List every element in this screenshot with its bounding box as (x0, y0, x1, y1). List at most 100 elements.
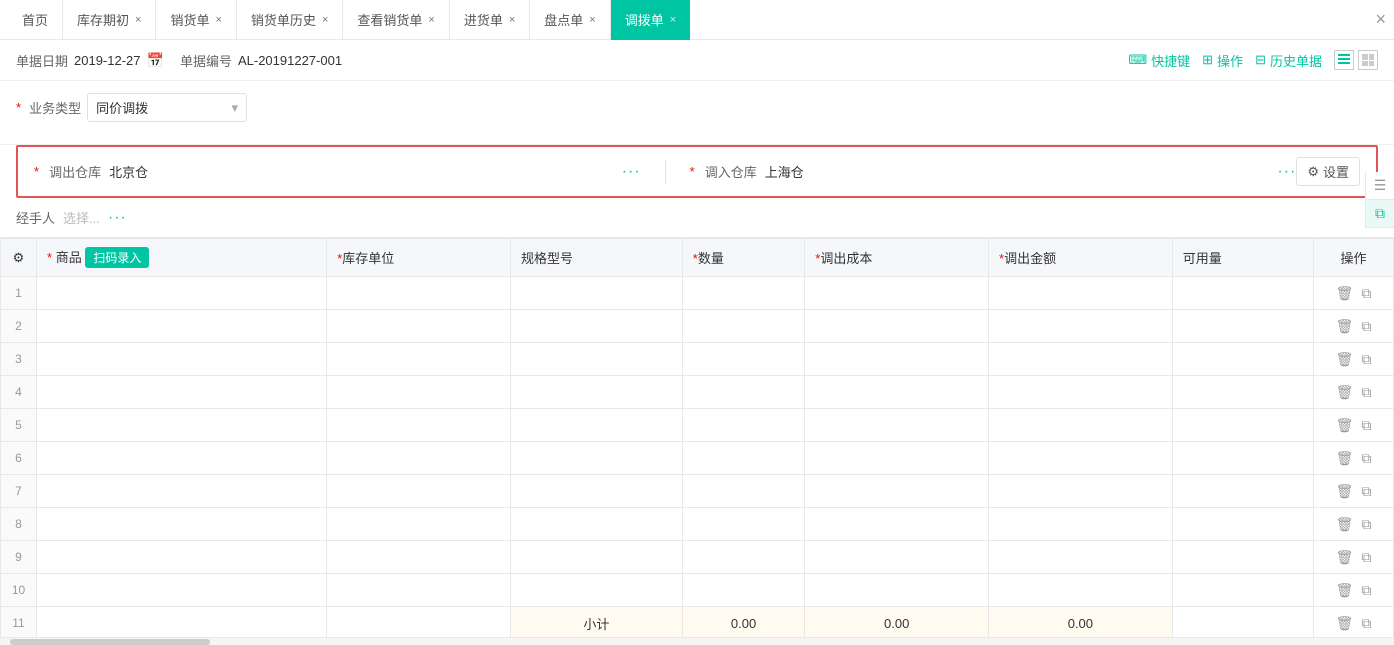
cell-product[interactable] (37, 508, 327, 541)
cell-product[interactable] (37, 376, 327, 409)
cell-available[interactable] (1172, 409, 1313, 442)
scrollbar-thumb[interactable] (10, 639, 210, 645)
cell-qty[interactable] (682, 508, 805, 541)
cell-available[interactable] (1172, 541, 1313, 574)
history-button[interactable]: ⊟ 历史单据 (1255, 51, 1322, 70)
window-close-button[interactable]: × (1375, 9, 1386, 30)
row-copy-icon[interactable]: ⧉ (1361, 417, 1371, 434)
out-warehouse-dots-button[interactable]: ··· (622, 163, 641, 181)
row-delete-icon[interactable]: 🗑 (1336, 483, 1354, 500)
in-warehouse-value[interactable]: 上海仓 (765, 162, 804, 181)
cell-qty[interactable] (682, 541, 805, 574)
cell-unit[interactable] (327, 475, 511, 508)
row-delete-icon[interactable]: 🗑 (1336, 417, 1354, 434)
cell-cost[interactable] (805, 475, 989, 508)
tab-home[interactable]: 首页 (8, 0, 63, 40)
sidebar-doc-icon[interactable]: ☰ (1366, 172, 1394, 200)
cell-amount[interactable] (989, 409, 1173, 442)
tab-stocktake-close[interactable]: × (589, 14, 595, 26)
layout-grid-button[interactable] (1358, 50, 1378, 70)
shortcut-button[interactable]: ⌨ 快捷键 (1128, 51, 1190, 70)
cell-product[interactable] (37, 310, 327, 343)
cell-amount[interactable] (989, 277, 1173, 310)
cell-cost[interactable] (805, 574, 989, 607)
row-delete-icon[interactable]: 🗑 (1336, 450, 1354, 467)
date-value[interactable]: 2019-12-27 (74, 53, 141, 68)
cell-product[interactable] (37, 277, 327, 310)
person-select[interactable]: 选择... (63, 208, 100, 227)
horizontal-scrollbar[interactable] (0, 637, 1394, 645)
biz-type-select[interactable]: 同价调拨 ▾ (87, 93, 247, 122)
cell-cost[interactable] (805, 277, 989, 310)
cell-spec[interactable] (510, 376, 682, 409)
cell-qty[interactable] (682, 343, 805, 376)
cell-amount[interactable] (989, 475, 1173, 508)
cell-product[interactable] (37, 442, 327, 475)
tab-view-sales-close[interactable]: × (428, 14, 434, 26)
person-dots-button[interactable]: ··· (108, 209, 127, 227)
cell-cost[interactable] (805, 310, 989, 343)
cell-amount[interactable] (989, 541, 1173, 574)
cell-available[interactable] (1172, 475, 1313, 508)
cell-product[interactable] (37, 343, 327, 376)
cell-spec[interactable] (510, 343, 682, 376)
cell-spec[interactable] (510, 541, 682, 574)
cell-cost[interactable] (805, 409, 989, 442)
cell-qty[interactable] (682, 409, 805, 442)
cell-product[interactable] (37, 409, 327, 442)
row-copy-icon[interactable]: ⧉ (1361, 351, 1371, 368)
cell-unit[interactable] (327, 574, 511, 607)
tab-purchase-order-close[interactable]: × (509, 14, 515, 26)
th-gear[interactable]: ⚙ (1, 239, 37, 277)
cell-cost[interactable] (805, 442, 989, 475)
cell-amount[interactable] (989, 376, 1173, 409)
cell-unit[interactable] (327, 343, 511, 376)
row-delete-icon[interactable]: 🗑 (1336, 582, 1354, 599)
tab-sales-history-close[interactable]: × (322, 14, 328, 26)
cell-spec[interactable] (510, 409, 682, 442)
tab-sales-order[interactable]: 销货单 × (156, 0, 236, 40)
layout-list-button[interactable] (1334, 50, 1354, 70)
cell-spec[interactable] (510, 475, 682, 508)
cell-unit[interactable] (327, 277, 511, 310)
tab-view-sales[interactable]: 查看销货单 × (343, 0, 449, 40)
tab-transfer[interactable]: 调拨单 × (611, 0, 690, 40)
tab-stock-init[interactable]: 库存期初 × (63, 0, 156, 40)
cell-unit[interactable] (327, 310, 511, 343)
row-copy-icon[interactable]: ⧉ (1361, 582, 1371, 599)
cell-product[interactable] (37, 574, 327, 607)
row-delete-icon[interactable]: 🗑 (1336, 285, 1354, 302)
row-copy-icon[interactable]: ⧉ (1361, 516, 1371, 533)
tab-purchase-order[interactable]: 进货单 × (450, 0, 530, 40)
row-copy-icon[interactable]: ⧉ (1361, 384, 1371, 401)
cell-unit[interactable] (327, 442, 511, 475)
row-delete-icon[interactable]: 🗑 (1336, 351, 1354, 368)
tab-transfer-close[interactable]: × (670, 14, 676, 26)
cell-qty[interactable] (682, 475, 805, 508)
cell-qty[interactable] (682, 442, 805, 475)
cell-cost[interactable] (805, 376, 989, 409)
operate-button[interactable]: ⊞ 操作 (1202, 51, 1243, 70)
tab-sales-order-close[interactable]: × (215, 14, 221, 26)
cell-spec[interactable] (510, 508, 682, 541)
row-delete-icon[interactable]: 🗑 (1336, 549, 1354, 566)
cell-spec[interactable] (510, 310, 682, 343)
cell-available[interactable] (1172, 310, 1313, 343)
row-delete-icon[interactable]: 🗑 (1336, 516, 1354, 533)
settings-button[interactable]: ⚙ 设置 (1296, 157, 1360, 186)
cell-available[interactable] (1172, 277, 1313, 310)
cell-amount[interactable] (989, 442, 1173, 475)
row-delete-icon[interactable]: 🗑 (1336, 384, 1354, 401)
cell-available[interactable] (1172, 343, 1313, 376)
cell-qty[interactable] (682, 310, 805, 343)
tab-stock-init-close[interactable]: × (135, 14, 141, 26)
cell-amount[interactable] (989, 508, 1173, 541)
cell-cost[interactable] (805, 541, 989, 574)
row-copy-icon[interactable]: ⧉ (1361, 483, 1371, 500)
cell-amount[interactable] (989, 310, 1173, 343)
calendar-icon[interactable]: 📅 (147, 52, 164, 69)
row-copy-icon[interactable]: ⧉ (1361, 615, 1371, 632)
row-copy-icon[interactable]: ⧉ (1361, 450, 1371, 467)
out-warehouse-value[interactable]: 北京仓 (109, 162, 148, 181)
cell-product[interactable] (37, 475, 327, 508)
